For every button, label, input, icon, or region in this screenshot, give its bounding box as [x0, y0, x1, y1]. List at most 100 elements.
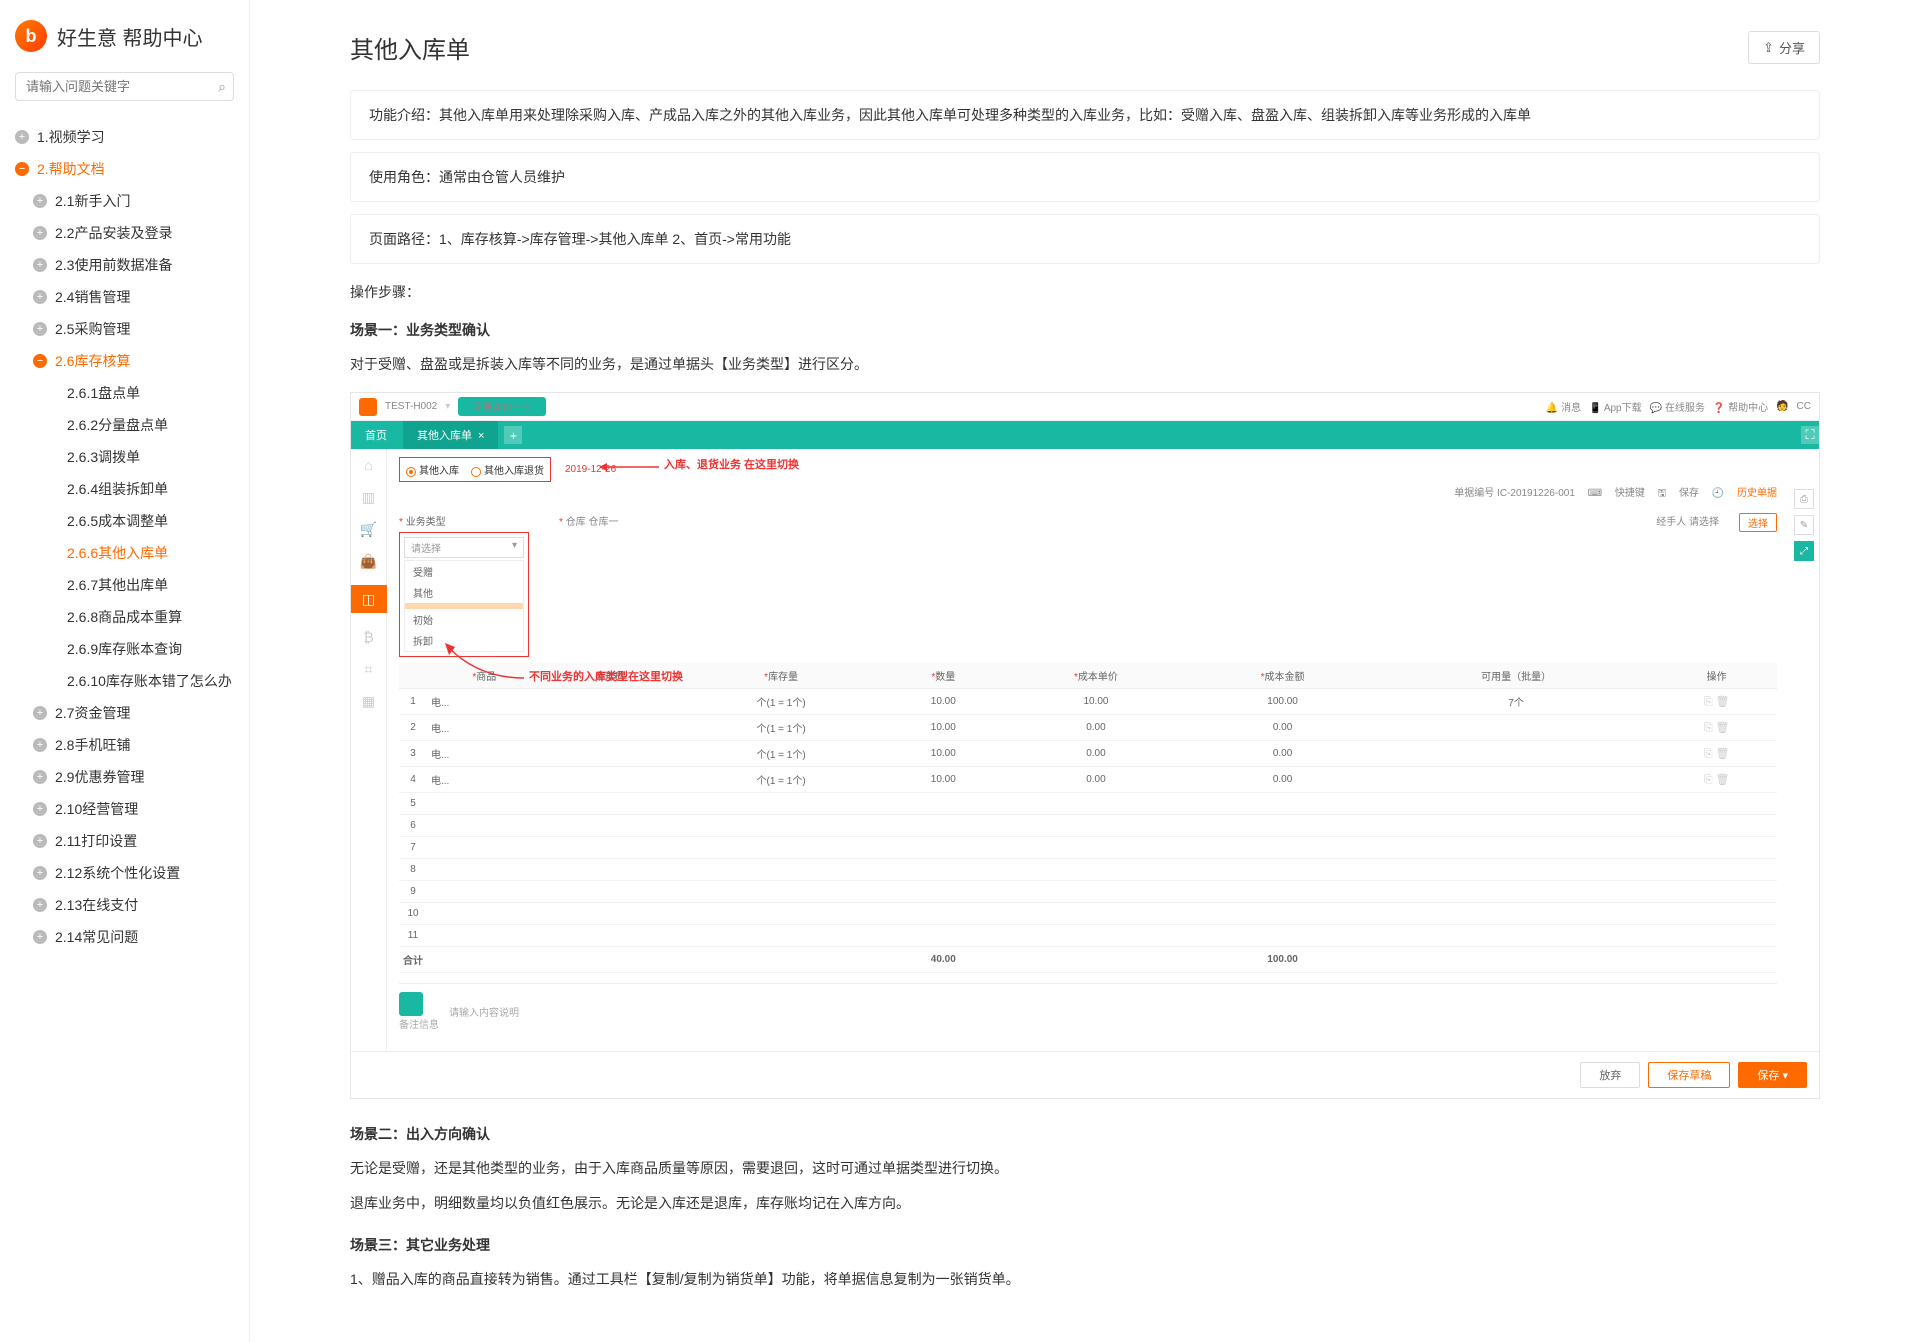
shot-toolbar-links: ⌨ 快捷键 🖫 保存 🕘 历史单据 [1578, 488, 1777, 499]
bag-icon: 👜 [361, 553, 377, 569]
scene2-p1: 无论是受赠，还是其他类型的业务，由于入库商品质量等原因，需要退回，这时可通过单据… [350, 1156, 1820, 1181]
memo-icon [399, 992, 423, 1016]
nav-2-1[interactable]: +2.1新手入门 [15, 185, 234, 217]
nav-2-12[interactable]: +2.12系统个性化设置 [15, 857, 234, 889]
shot-memo: 备注信息 请输入内容说明 [399, 983, 1777, 1039]
nav-2-6-8[interactable]: 2.6.8商品成本重算 [15, 601, 234, 633]
plus-icon: + [33, 322, 47, 336]
delete-icon: 🗑 [1715, 774, 1729, 786]
shot-topbar: TEST-H002 ▾ 我要咨询一下 🔔 消息 📱 App下载 💬 在线服务 ❓… [351, 393, 1819, 421]
nav-2-6-10[interactable]: 2.6.10库存账本错了怎么办 [15, 665, 234, 697]
plus-icon: + [33, 802, 47, 816]
nav-2-3[interactable]: +2.3使用前数据准备 [15, 249, 234, 281]
nav-help-docs[interactable]: −2.帮助文档 [15, 153, 234, 185]
shot-rightbar: ⎙ ✎ ⤢ [1789, 449, 1819, 1051]
shot-user: CC [1797, 401, 1811, 412]
wallet-icon: ₿ [361, 629, 377, 645]
shot-link-svc: 💬 在线服务 [1650, 399, 1705, 414]
screenshot-illustration: TEST-H002 ▾ 我要咨询一下 🔔 消息 📱 App下载 💬 在线服务 ❓… [350, 392, 1820, 1099]
nav-2-13[interactable]: +2.13在线支付 [15, 889, 234, 921]
shot-cancel-btn: 放弃 [1580, 1062, 1640, 1088]
logo-text: 好生意 帮助中心 [57, 22, 203, 51]
radio-off-icon [471, 467, 481, 477]
plus-icon: + [33, 866, 47, 880]
shot-tenant: TEST-H002 [385, 401, 437, 412]
plus-icon: + [33, 290, 47, 304]
nav-video[interactable]: +1.视频学习 [15, 121, 234, 153]
delete-icon: 🗑 [1715, 748, 1729, 760]
copy-icon: ⎘ [1704, 774, 1713, 786]
shot-table: *商品 条形码 *库存量 *数量 *成本单价 *成本金额 可用量（批量） 操作 … [399, 663, 1777, 973]
shot-tab-expand-icon: ⛶ [1801, 426, 1819, 444]
nav-2-6[interactable]: −2.6库存核算 [15, 345, 234, 377]
nav-2-6-1[interactable]: 2.6.1盘点单 [15, 377, 234, 409]
radio-on-icon [406, 467, 416, 477]
copy-icon: ⎘ [1704, 748, 1713, 760]
nav-2-8[interactable]: +2.8手机旺铺 [15, 729, 234, 761]
nav-2-6-6[interactable]: 2.6.6其他入库单 [15, 537, 234, 569]
main-content: 其他入库单 ⇪分享 功能介绍：其他入库单用来处理除采购入库、产成品入库之外的其他… [250, 0, 1900, 1342]
plus-icon: + [33, 706, 47, 720]
redbox-radio: 其他入库 其他入库退货 [399, 457, 551, 482]
shot-link-app: 📱 App下载 [1589, 399, 1641, 414]
nav-2-7[interactable]: +2.7资金管理 [15, 697, 234, 729]
logo-row: b 好生意 帮助中心 [15, 20, 234, 52]
plus-icon: + [33, 226, 47, 240]
shot-main: 其他入库 其他入库退货 2019-12-26 入库、退货业务 在这里切换 单据编… [387, 449, 1789, 1051]
shot-date: 2019-12-26 [565, 464, 616, 475]
nav-2-6-4[interactable]: 2.6.4组装拆卸单 [15, 473, 234, 505]
nav-2-14[interactable]: +2.14常见问题 [15, 921, 234, 953]
nav-2-10[interactable]: +2.10经营管理 [15, 793, 234, 825]
annotation1: 入库、退货业务 在这里切换 [664, 456, 799, 472]
nav-2-6-9[interactable]: 2.6.9库存账本查询 [15, 633, 234, 665]
shot-logo-icon [359, 398, 377, 416]
plus-icon: + [33, 770, 47, 784]
role-label: 使用角色： [369, 169, 439, 185]
plus-icon: + [33, 258, 47, 272]
chart-icon: ⌗ [361, 661, 377, 677]
role-text: 通常由仓管人员维护 [439, 169, 565, 185]
shot-select-btn: 选择 [1739, 513, 1777, 532]
delete-icon: 🗑 [1715, 696, 1729, 708]
search-input[interactable] [15, 72, 234, 101]
nav-2-5[interactable]: +2.5采购管理 [15, 313, 234, 345]
plus-icon: + [33, 194, 47, 208]
minus-icon: − [33, 354, 47, 368]
close-icon: × [478, 430, 484, 442]
nav-2-11[interactable]: +2.11打印设置 [15, 825, 234, 857]
nav-2-6-3[interactable]: 2.6.3调拨单 [15, 441, 234, 473]
shot-link-help: ❓ 帮助中心 [1713, 399, 1768, 414]
share-button[interactable]: ⇪分享 [1748, 31, 1820, 64]
scene3-title: 场景三：其它业务处理 [350, 1235, 1820, 1255]
plus-icon: + [33, 834, 47, 848]
shot-tab-doc: 其他入库单× [403, 421, 498, 449]
share-icon: ⇪ [1763, 40, 1774, 56]
delete-icon: 🗑 [1715, 722, 1729, 734]
minus-icon: − [15, 162, 29, 176]
nav-2-6-7[interactable]: 2.6.7其他出库单 [15, 569, 234, 601]
nav-2-9[interactable]: +2.9优惠券管理 [15, 761, 234, 793]
search-icon[interactable]: ⌕ [218, 78, 226, 95]
nav-2-4[interactable]: +2.4销售管理 [15, 281, 234, 313]
path-text: 1、库存核算->库存管理->其他入库单 2、首页->常用功能 [439, 231, 791, 247]
home-icon: ⌂ [361, 457, 377, 473]
shot-tabs: 首页 其他入库单× + ⛶ [351, 421, 1819, 449]
box-icon: ◫ [351, 585, 387, 613]
intro-text: 其他入库单用来处理除采购入库、产成品入库之外的其他入库业务，因此其他入库单可处理… [439, 107, 1531, 123]
tool-icon: ⎙ [1794, 489, 1814, 509]
nav-2-6-2[interactable]: 2.6.2分量盘点单 [15, 409, 234, 441]
shot-leftbar: ⌂ ▥ 🛒 👜 ◫ ₿ ⌗ ▦ [351, 449, 387, 1051]
tool-icon: ⤢ [1794, 541, 1814, 561]
nav-2-6-5[interactable]: 2.6.5成本调整单 [15, 505, 234, 537]
copy-icon: ⎘ [1704, 696, 1713, 708]
shot-draft-btn: 保存草稿 [1648, 1062, 1730, 1088]
logo-icon: b [15, 20, 47, 52]
intro-box: 功能介绍：其他入库单用来处理除采购入库、产成品入库之外的其他入库业务，因此其他入… [350, 90, 1820, 140]
sidebar: b 好生意 帮助中心 ⌕ +1.视频学习 −2.帮助文档 +2.1新手入门 +2… [0, 0, 250, 1342]
redbox-dropdown: 请选择▾ 受赠 其他 初始 拆卸 [399, 532, 529, 657]
plus-icon: + [33, 898, 47, 912]
shot-consult-btn: 我要咨询一下 [458, 397, 546, 416]
cart-icon: 🛒 [361, 521, 377, 537]
scene2-p2: 退库业务中，明细数量均以负值红色展示。无论是入库还是退库，库存账均记在入库方向。 [350, 1191, 1820, 1216]
nav-2-2[interactable]: +2.2产品安装及登录 [15, 217, 234, 249]
